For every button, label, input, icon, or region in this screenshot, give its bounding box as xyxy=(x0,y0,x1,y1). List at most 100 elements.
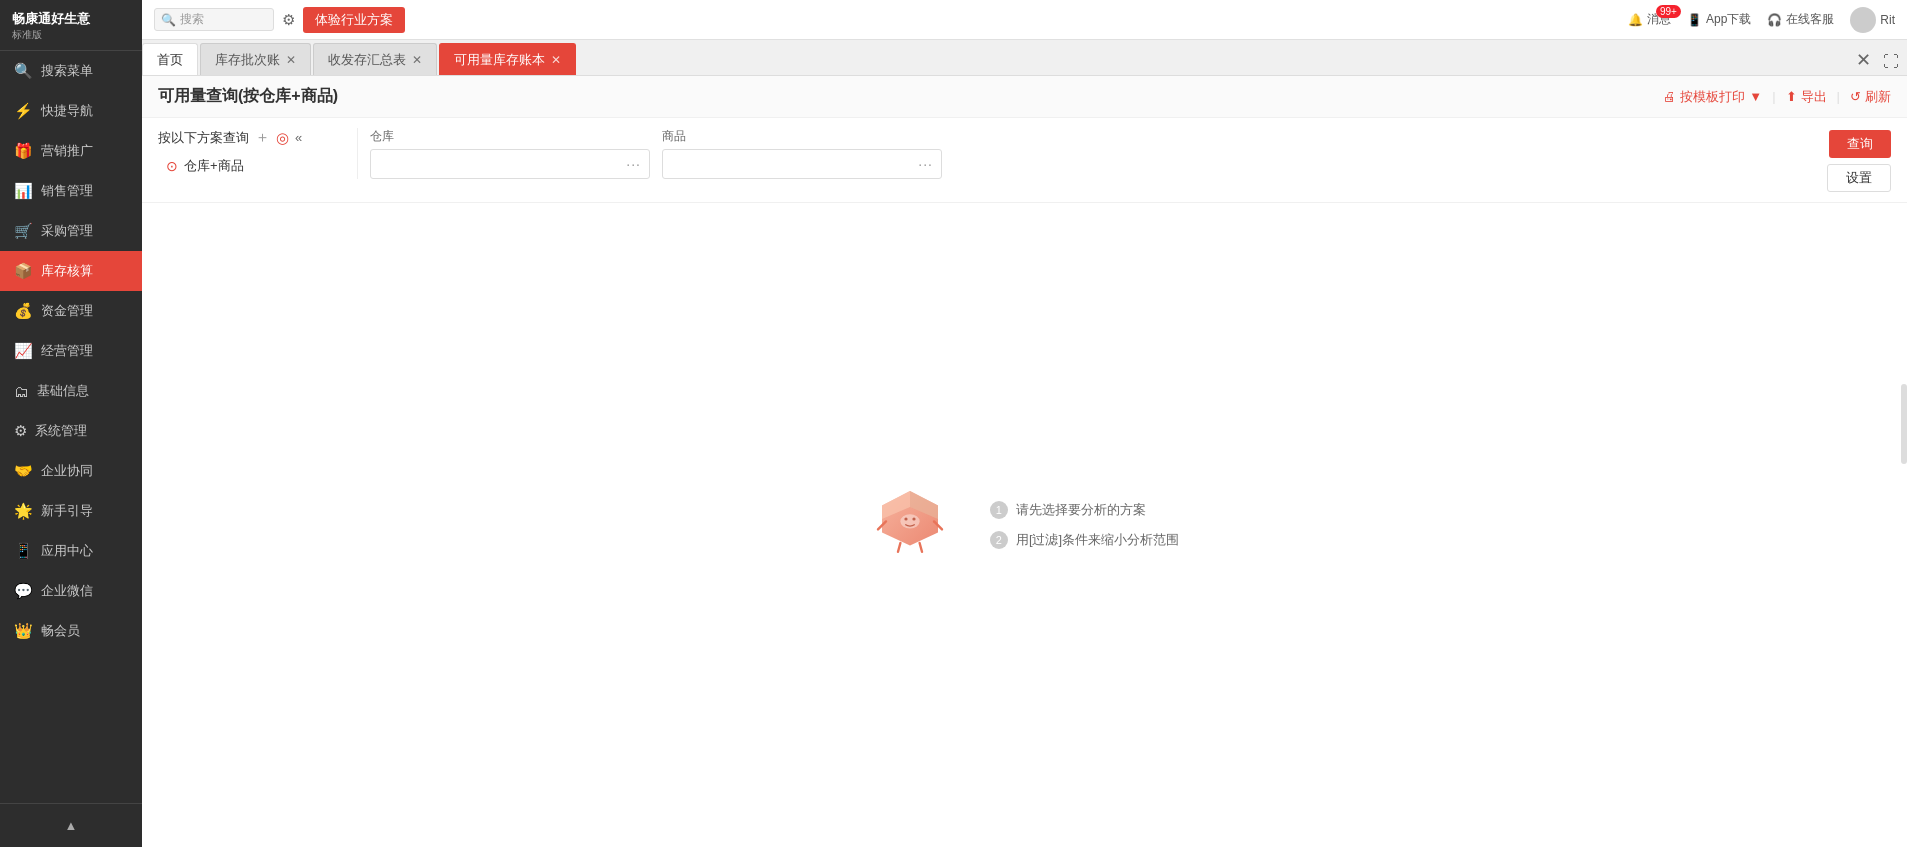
warehouse-label: 仓库 xyxy=(370,128,650,145)
hint-num-2: 2 xyxy=(990,531,1008,549)
sidebar-item-应用中心[interactable]: 📱应用中心 xyxy=(0,531,142,571)
warehouse-input[interactable] xyxy=(379,157,622,172)
sidebar-item-销售管理[interactable]: 📊 销售管理 xyxy=(0,171,142,211)
sidebar-label-1: 快捷导航 xyxy=(41,102,93,120)
main-area: 🔍 搜索 ⚙ 体验行业方案 🔔 消息 99+ 📱 App下载 🎧 在线客服 Ri… xyxy=(142,0,1907,847)
sidebar-item-经营管理[interactable]: 📈经营管理 xyxy=(0,331,142,371)
scheme-label: 按以下方案查询 xyxy=(158,129,249,147)
sidebar-label-10: 企业协同 xyxy=(41,462,93,480)
sidebar-item-资金管理[interactable]: 💰资金管理 xyxy=(0,291,142,331)
scheme-collapse-icon[interactable]: « xyxy=(295,130,302,145)
scheme-add-icon[interactable]: ＋ xyxy=(255,128,270,147)
app-download-btn[interactable]: 📱 App下载 xyxy=(1687,11,1751,28)
sidebar-item-采购管理[interactable]: 🛒采购管理 xyxy=(0,211,142,251)
scroll-indicator[interactable] xyxy=(1901,384,1907,464)
sidebar-item-系统管理[interactable]: ⚙系统管理 xyxy=(0,411,142,451)
sidebar-icon-13: 💬 xyxy=(14,582,33,600)
template-print-btn[interactable]: 🖨 按模板打印 ▼ xyxy=(1663,88,1762,106)
page-title: 可用量查询(按仓库+商品) xyxy=(158,86,338,107)
sidebar-item-畅会员[interactable]: 👑畅会员 xyxy=(0,611,142,651)
brand: 畅康通好生意 标准版 xyxy=(0,0,142,51)
tab-0[interactable]: 首页 xyxy=(142,43,198,75)
sidebar-label-0: 搜索菜单 xyxy=(41,62,93,80)
sidebar-item-搜索菜单[interactable]: 🔍搜索菜单 xyxy=(0,51,142,91)
warehouse-input-wrap[interactable]: ··· xyxy=(370,149,650,179)
goods-input[interactable] xyxy=(671,157,914,172)
sidebar-bottom: ▲ xyxy=(0,803,142,847)
user-profile[interactable]: Rit xyxy=(1850,7,1895,33)
svg-line-6 xyxy=(898,543,900,552)
sidebar-icon-11: 🌟 xyxy=(14,502,33,520)
refresh-icon: ↺ xyxy=(1850,89,1861,104)
svg-point-4 xyxy=(904,517,907,520)
tab-3[interactable]: 可用量库存账本 ✕ xyxy=(439,43,576,75)
svg-line-7 xyxy=(919,543,921,552)
chevron-down-icon[interactable]: ▼ xyxy=(1749,89,1762,104)
export-btn[interactable]: ⬆ 导出 xyxy=(1786,88,1827,106)
sidebar-item-新手引导[interactable]: 🌟新手引导 xyxy=(0,491,142,531)
empty-hint-1: 1 请先选择要分析的方案 xyxy=(990,501,1179,519)
goods-input-wrap[interactable]: ··· xyxy=(662,149,942,179)
divider1: | xyxy=(1772,89,1775,104)
scheme-item-icon: ⊙ xyxy=(166,158,178,174)
page-header: 可用量查询(按仓库+商品) 🖨 按模板打印 ▼ | ⬆ 导出 | ↺ 刷新 xyxy=(142,76,1907,118)
tab-label-2: 收发存汇总表 xyxy=(328,51,406,69)
tab-label-3: 可用量库存账本 xyxy=(454,51,545,69)
sidebar-label-3: 销售管理 xyxy=(41,182,93,200)
sidebar-label-4: 采购管理 xyxy=(41,222,93,240)
sidebar-icon-9: ⚙ xyxy=(14,422,27,440)
goods-label: 商品 xyxy=(662,128,942,145)
tab-2[interactable]: 收发存汇总表 ✕ xyxy=(313,43,437,75)
notification-btn[interactable]: 🔔 消息 99+ xyxy=(1628,11,1671,28)
close-tab-icon[interactable]: ✕ xyxy=(1856,49,1871,71)
template-print-label: 按模板打印 xyxy=(1680,88,1745,106)
scheme-item-warehouse-goods[interactable]: ⊙ 仓库+商品 xyxy=(158,153,345,179)
search-icon: 🔍 xyxy=(161,13,176,27)
refresh-btn[interactable]: ↺ 刷新 xyxy=(1850,88,1891,106)
settings-icon[interactable]: ⚙ xyxy=(282,11,295,29)
headset-icon: 🎧 xyxy=(1767,13,1782,27)
sidebar-item-快捷导航[interactable]: ⚡快捷导航 xyxy=(0,91,142,131)
online-service-label: 在线客服 xyxy=(1786,11,1834,28)
filter-scheme: 按以下方案查询 ＋ ◎ « ⊙ 仓库+商品 xyxy=(158,128,358,179)
warehouse-dots-icon[interactable]: ··· xyxy=(626,156,641,172)
goods-dots-icon[interactable]: ··· xyxy=(918,156,933,172)
topbar-search[interactable]: 🔍 搜索 xyxy=(154,8,274,31)
notification-badge: 99+ xyxy=(1656,5,1681,18)
sidebar-item-企业协同[interactable]: 🤝企业协同 xyxy=(0,451,142,491)
sidebar-icon-3: 📊 xyxy=(14,182,33,200)
filter-scheme-header: 按以下方案查询 ＋ ◎ « xyxy=(158,128,345,147)
tabbar: 首页库存批次账✕ 收发存汇总表 ✕ 可用量库存账本 ✕ ✕ ⛶ xyxy=(142,40,1907,76)
query-button[interactable]: 查询 xyxy=(1829,130,1891,158)
sidebar-item-基础信息[interactable]: 🗂基础信息 xyxy=(0,371,142,411)
bell-icon: 🔔 xyxy=(1628,13,1643,27)
tab-close-1[interactable]: ✕ xyxy=(286,53,296,67)
trial-button[interactable]: 体验行业方案 xyxy=(303,7,405,33)
avatar xyxy=(1850,7,1876,33)
sidebar-icon-5: 📦 xyxy=(14,262,33,280)
sidebar-label-13: 企业微信 xyxy=(41,582,93,600)
export-label: 导出 xyxy=(1801,88,1827,106)
sidebar-item-营销推广[interactable]: 🎁营销推广 xyxy=(0,131,142,171)
filter-area: 按以下方案查询 ＋ ◎ « ⊙ 仓库+商品 仓库 ··· xyxy=(142,118,1907,203)
sidebar-scroll-up[interactable]: ▲ xyxy=(0,812,142,839)
sidebar-icon-12: 📱 xyxy=(14,542,33,560)
tab-label-0: 首页 xyxy=(157,51,183,69)
sidebar-item-企业微信[interactable]: 💬 企业微信 xyxy=(0,571,142,611)
tab-1[interactable]: 库存批次账✕ xyxy=(200,43,311,75)
online-service-btn[interactable]: 🎧 在线客服 xyxy=(1767,11,1834,28)
sidebar: 畅康通好生意 标准版 🔍搜索菜单⚡快捷导航🎁营销推广 📊 销售管理 🛒采购管理 📦 库存核… xyxy=(0,0,142,847)
sidebar-item-库存核算[interactable]: 📦 库存核算 xyxy=(0,251,142,291)
hint-text-1: 请先选择要分析的方案 xyxy=(1016,501,1146,519)
empty-image xyxy=(870,475,970,575)
scheme-setting-icon[interactable]: ◎ xyxy=(276,129,289,147)
sidebar-label-7: 经营管理 xyxy=(41,342,93,360)
setting-button[interactable]: 设置 xyxy=(1827,164,1891,192)
expand-icon[interactable]: ⛶ xyxy=(1883,53,1899,71)
tab-close-2[interactable]: ✕ xyxy=(412,53,422,67)
phone-icon: 📱 xyxy=(1687,13,1702,27)
tab-close-3[interactable]: ✕ xyxy=(551,53,561,67)
divider2: | xyxy=(1837,89,1840,104)
goods-field: 商品 ··· xyxy=(662,128,942,179)
sidebar-label-5: 库存核算 xyxy=(41,262,93,280)
